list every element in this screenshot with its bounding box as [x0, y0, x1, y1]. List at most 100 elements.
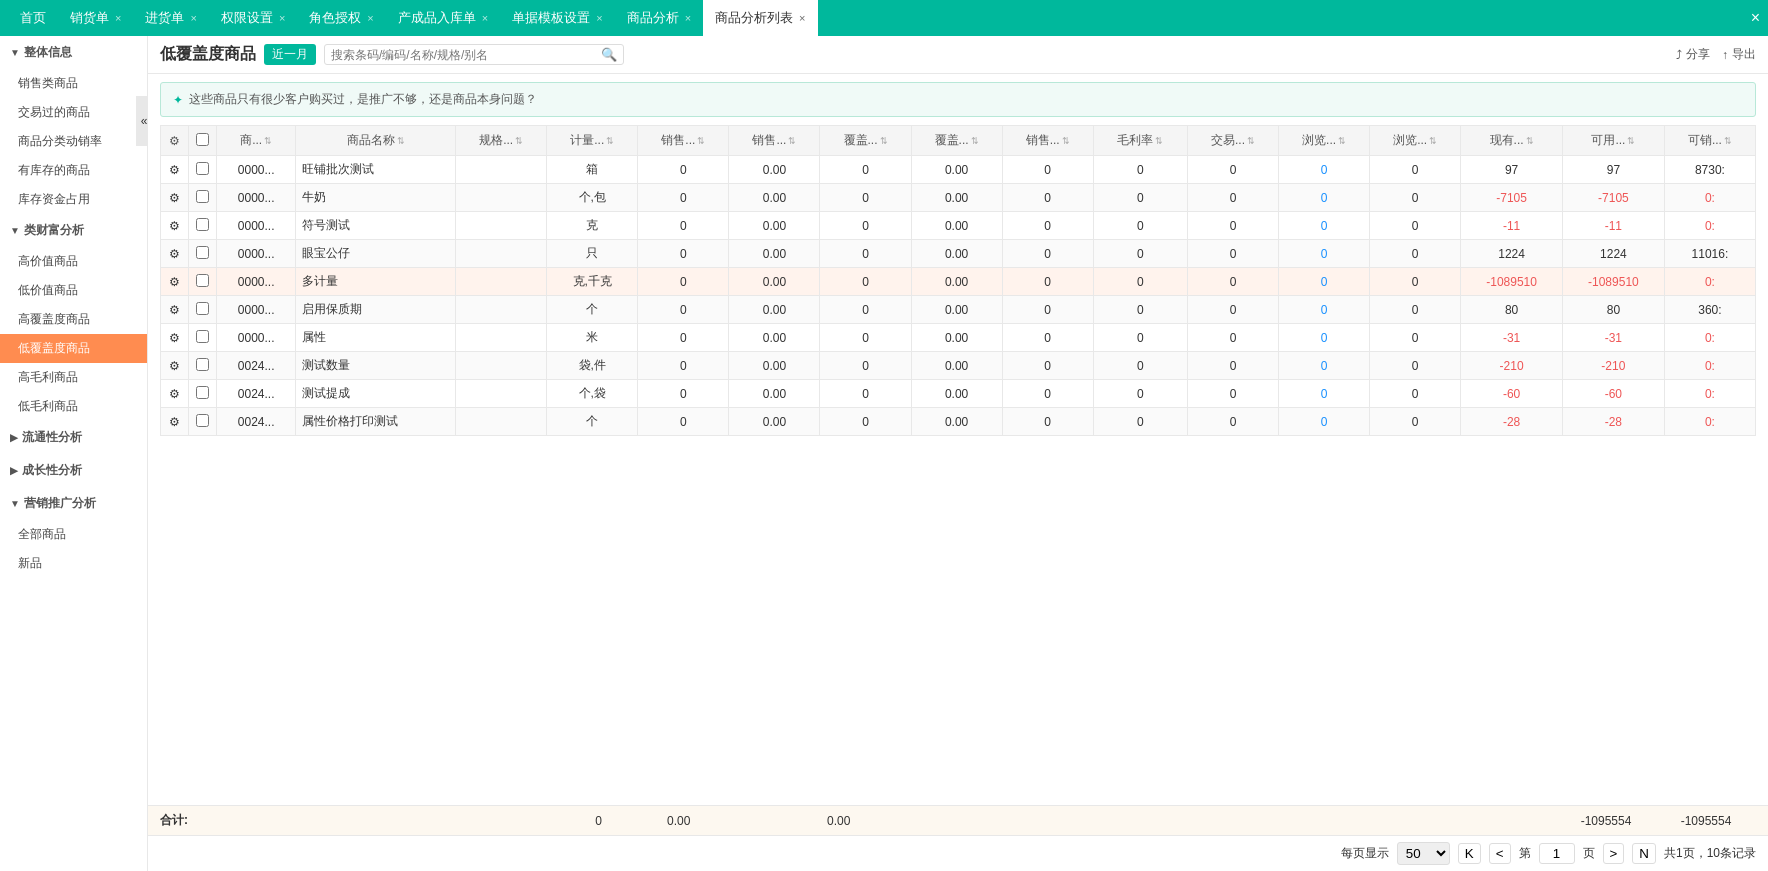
search-input[interactable]: [331, 48, 597, 62]
page-number-input[interactable]: [1539, 843, 1575, 864]
sidebar-item-capital-occupation[interactable]: 库存资金占用: [0, 185, 147, 214]
first-page-button[interactable]: K: [1458, 843, 1481, 864]
row-checkbox[interactable]: [189, 240, 217, 268]
nav-product-warehouse[interactable]: 产成品入库单 ×: [386, 0, 500, 36]
nav-template-settings[interactable]: 单据模板设置 ×: [500, 0, 614, 36]
sidebar-collapse-btn[interactable]: «: [136, 96, 148, 146]
row-checkbox[interactable]: [189, 212, 217, 240]
row-unit: 米: [547, 324, 638, 352]
sidebar-item-high-margin[interactable]: 高毛利商品: [0, 363, 147, 392]
sidebar-section-marketing[interactable]: ▼ 营销推广分析: [0, 487, 147, 520]
prev-page-button[interactable]: <: [1489, 843, 1511, 864]
nav-close-product-warehouse[interactable]: ×: [482, 12, 488, 24]
page-label: 第: [1519, 845, 1531, 862]
sidebar-section-overview[interactable]: ▼ 整体信息: [0, 36, 147, 69]
row-settings[interactable]: ⚙: [161, 408, 189, 436]
row-sales-amount: 0.00: [729, 268, 820, 296]
row-browse1[interactable]: 0: [1279, 156, 1370, 184]
row-settings[interactable]: ⚙: [161, 212, 189, 240]
time-filter-button[interactable]: 近一月: [264, 44, 316, 65]
row-checkbox[interactable]: [189, 184, 217, 212]
checkbox-column-header[interactable]: [189, 126, 217, 156]
nav-close-role-auth[interactable]: ×: [367, 12, 373, 24]
row-browse1[interactable]: 0: [1279, 268, 1370, 296]
sidebar-item-sales-goods[interactable]: 销售类商品: [0, 69, 147, 98]
row-browse1[interactable]: 0: [1279, 324, 1370, 352]
row-checkbox[interactable]: [189, 380, 217, 408]
sidebar-section-wealth[interactable]: ▼ 类财富分析: [0, 214, 147, 247]
info-icon: ✦: [173, 93, 183, 107]
sidebar-item-low-margin[interactable]: 低毛利商品: [0, 392, 147, 421]
share-button[interactable]: ⤴ 分享: [1676, 46, 1710, 63]
row-checkbox[interactable]: [189, 268, 217, 296]
sidebar-item-all-goods[interactable]: 全部商品: [0, 520, 147, 549]
sidebar-item-high-value[interactable]: 高价值商品: [0, 247, 147, 276]
row-current: 1224: [1461, 240, 1563, 268]
row-settings[interactable]: ⚙: [161, 240, 189, 268]
search-icon[interactable]: 🔍: [601, 47, 617, 62]
row-name: 多计量: [296, 268, 456, 296]
export-button[interactable]: ↑ 导出: [1722, 46, 1756, 63]
row-coverage2: 0.00: [911, 268, 1002, 296]
row-settings[interactable]: ⚙: [161, 352, 189, 380]
sidebar-section-liquidity[interactable]: ▶ 流通性分析: [0, 421, 147, 454]
table-row: ⚙ 0000... 属性 米 0 0.00 0 0.00 0 0 0 0 0 -…: [161, 324, 1756, 352]
nav-permissions[interactable]: 权限设置 ×: [209, 0, 297, 36]
nav-sales-order[interactable]: 销货单 ×: [58, 0, 133, 36]
sidebar-item-low-coverage[interactable]: 低覆盖度商品: [0, 334, 147, 363]
nav-home[interactable]: 首页: [8, 0, 58, 36]
nav-close-product-analysis[interactable]: ×: [685, 12, 691, 24]
window-close-button[interactable]: ×: [1751, 9, 1760, 27]
row-settings[interactable]: ⚙: [161, 296, 189, 324]
sidebar-item-traded-goods[interactable]: 交易过的商品: [0, 98, 147, 127]
row-sellable: 0:: [1664, 352, 1755, 380]
margin-column-header: 毛利率⇅: [1093, 126, 1187, 156]
nav-close-purchase-order[interactable]: ×: [190, 12, 196, 24]
sidebar-item-stock-goods[interactable]: 有库存的商品: [0, 156, 147, 185]
select-all-checkbox[interactable]: [196, 133, 209, 146]
row-settings[interactable]: ⚙: [161, 184, 189, 212]
nav-close-permissions[interactable]: ×: [279, 12, 285, 24]
row-browse1[interactable]: 0: [1279, 296, 1370, 324]
row-spec: [456, 268, 547, 296]
row-settings[interactable]: ⚙: [161, 380, 189, 408]
row-sales3: 0: [1002, 156, 1093, 184]
row-browse1[interactable]: 0: [1279, 184, 1370, 212]
table-row: ⚙ 0024... 测试提成 个,袋 0 0.00 0 0.00 0 0 0 0…: [161, 380, 1756, 408]
row-browse1[interactable]: 0: [1279, 240, 1370, 268]
row-settings[interactable]: ⚙: [161, 268, 189, 296]
spec-column-header: 规格...⇅: [456, 126, 547, 156]
row-available: -7105: [1562, 184, 1664, 212]
row-browse1[interactable]: 0: [1279, 408, 1370, 436]
page-size-select[interactable]: 50 20 100: [1397, 842, 1450, 865]
nav-close-sales-order[interactable]: ×: [115, 12, 121, 24]
nav-purchase-order[interactable]: 进货单 ×: [133, 0, 208, 36]
row-settings[interactable]: ⚙: [161, 324, 189, 352]
row-coverage2: 0.00: [911, 296, 1002, 324]
row-transaction: 0: [1187, 296, 1278, 324]
row-browse1[interactable]: 0: [1279, 352, 1370, 380]
nav-role-auth[interactable]: 角色授权 ×: [297, 0, 385, 36]
nav-product-analysis[interactable]: 商品分析 ×: [615, 0, 703, 36]
row-settings[interactable]: ⚙: [161, 156, 189, 184]
nav-close-product-analysis-list[interactable]: ×: [799, 12, 805, 24]
row-current: -11: [1461, 212, 1563, 240]
next-page-button[interactable]: >: [1603, 843, 1625, 864]
nav-product-analysis-list[interactable]: 商品分析列表 ×: [703, 0, 817, 36]
row-checkbox[interactable]: [189, 408, 217, 436]
sidebar-item-low-value[interactable]: 低价值商品: [0, 276, 147, 305]
row-checkbox[interactable]: [189, 324, 217, 352]
sidebar-item-high-coverage[interactable]: 高覆盖度商品: [0, 305, 147, 334]
settings-column-header[interactable]: ⚙: [161, 126, 189, 156]
row-checkbox[interactable]: [189, 296, 217, 324]
row-checkbox[interactable]: [189, 352, 217, 380]
sidebar-item-new-goods[interactable]: 新品: [0, 549, 147, 578]
row-checkbox[interactable]: [189, 156, 217, 184]
row-browse1[interactable]: 0: [1279, 380, 1370, 408]
last-page-button[interactable]: N: [1632, 843, 1656, 864]
sidebar-item-category-turnover[interactable]: 商品分类动销率: [0, 127, 147, 156]
row-browse1[interactable]: 0: [1279, 212, 1370, 240]
nav-close-template-settings[interactable]: ×: [596, 12, 602, 24]
table-row: ⚙ 0000... 牛奶 个,包 0 0.00 0 0.00 0 0 0 0 0…: [161, 184, 1756, 212]
sidebar-section-growth[interactable]: ▶ 成长性分析: [0, 454, 147, 487]
